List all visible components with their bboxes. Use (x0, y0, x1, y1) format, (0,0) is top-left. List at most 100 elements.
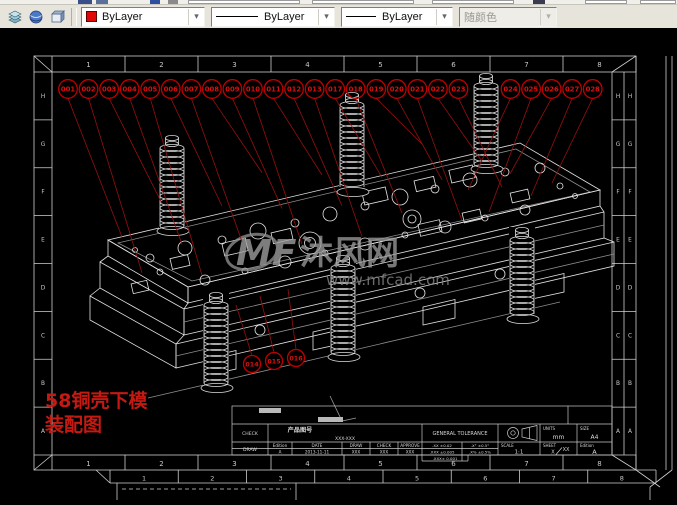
svg-text:A: A (628, 429, 632, 435)
chevron-down-icon[interactable]: ▾ (318, 8, 334, 25)
clipped-toolbar-row (0, 0, 677, 5)
svg-text:3: 3 (279, 475, 283, 483)
svg-text:4: 4 (347, 475, 351, 483)
svg-text:G: G (41, 142, 46, 148)
size-value: A4 (591, 434, 599, 441)
plotstyle-combo[interactable]: 随颜色 ▾ (459, 6, 557, 27)
svg-text:017: 017 (328, 85, 342, 93)
svg-text:G: G (616, 142, 621, 148)
sphere-view-icon[interactable] (27, 8, 44, 25)
svg-text:018: 018 (349, 85, 363, 93)
drawing-title-annotation: 58铜壳下模 装配图 (44, 389, 148, 436)
color-combo[interactable]: ByLayer ▾ (81, 6, 205, 27)
box-tool-icon[interactable] (48, 8, 65, 25)
svg-text:1: 1 (86, 61, 90, 69)
lineweight-glyph (346, 16, 376, 17)
svg-text:4: 4 (305, 460, 310, 468)
svg-text:5: 5 (415, 475, 419, 483)
general-tolerance-label: GENERAL TOLERANCE (432, 431, 487, 437)
value-check: XXX (380, 450, 389, 455)
svg-text:5: 5 (378, 61, 382, 69)
edition-value: A (592, 448, 597, 456)
properties-toolbar: ByLayer ▾ ByLayer ▾ ByLayer ▾ 随颜色 ▾ (0, 0, 677, 29)
toolbar-fragment (312, 0, 414, 4)
watermark-logo: MF (236, 233, 297, 274)
svg-text:016: 016 (289, 354, 303, 362)
drawing-title-line2: 装配图 (44, 413, 102, 436)
chevron-down-icon[interactable]: ▾ (188, 8, 204, 25)
svg-text:A: A (616, 429, 620, 435)
svg-text:1: 1 (142, 475, 146, 483)
toolbar-fragment (96, 0, 108, 4)
svg-text:8: 8 (597, 460, 601, 468)
svg-text:020: 020 (390, 85, 404, 93)
svg-text:E: E (616, 238, 620, 244)
svg-text:7: 7 (524, 460, 528, 468)
object-properties-row: ByLayer ▾ ByLayer ▾ ByLayer ▾ 随颜色 ▾ (0, 5, 677, 28)
scale-value: 1:1 (515, 450, 524, 456)
linetype-glyph (216, 16, 258, 17)
svg-text:009: 009 (225, 85, 239, 93)
tolerance-value: .X° ±0.5° (471, 443, 490, 448)
svg-text:F: F (41, 190, 44, 196)
toolbar-fragment (533, 0, 545, 4)
svg-text:H: H (616, 94, 620, 100)
tolerance-value: .X% ±0.5% (469, 450, 491, 455)
svg-text:D: D (41, 285, 46, 291)
linetype-combo[interactable]: ByLayer ▾ (211, 6, 335, 27)
svg-text:8: 8 (597, 61, 601, 69)
svg-text:026: 026 (544, 85, 558, 93)
svg-text:6: 6 (483, 475, 487, 483)
svg-text:2: 2 (210, 475, 214, 483)
svg-text:019: 019 (369, 85, 383, 93)
svg-text:015: 015 (267, 357, 280, 365)
svg-text:001: 001 (61, 85, 75, 93)
svg-text:F: F (628, 190, 631, 196)
drawing-title-line1: 58铜壳下模 (45, 389, 148, 412)
header-approve: APPROVE (400, 443, 420, 448)
svg-text:D: D (628, 285, 633, 291)
drawing-canvas[interactable]: 1122334455667788HHHGGGFFFEEEDDDCCCBBBAAA… (0, 28, 677, 500)
svg-text:3: 3 (232, 460, 236, 468)
svg-text:C: C (41, 333, 45, 339)
toolbar-fragment (432, 0, 514, 4)
units-label: UNITS (543, 426, 556, 431)
svg-text:D: D (616, 285, 621, 291)
header-edition: Edition (273, 443, 288, 448)
value-date: 2013-11-11 (305, 450, 330, 455)
layers-icon[interactable] (6, 8, 23, 25)
units-value: mm (553, 434, 565, 441)
svg-text:008: 008 (205, 85, 219, 93)
sheet-numerator: X (551, 450, 555, 456)
value-edition: A (279, 450, 282, 455)
svg-text:028: 028 (586, 85, 600, 93)
svg-text:025: 025 (524, 85, 538, 93)
svg-text:005: 005 (143, 85, 157, 93)
cad-application-window: { "toolbar": { "color_combo_value": "ByL… (0, 0, 677, 500)
draw-label: DRAW (243, 447, 257, 453)
chevron-down-icon[interactable]: ▾ (436, 8, 452, 25)
svg-text:4: 4 (305, 61, 310, 69)
svg-text:027: 027 (565, 85, 579, 93)
chevron-down-icon: ▾ (540, 8, 556, 25)
svg-text:B: B (628, 381, 632, 387)
svg-text:003: 003 (102, 85, 116, 93)
watermark-name: 沐风网 (300, 233, 399, 272)
svg-text:024: 024 (503, 85, 517, 93)
lineweight-combo[interactable]: ByLayer ▾ (341, 6, 453, 27)
svg-text:5: 5 (378, 460, 382, 468)
svg-text:013: 013 (307, 85, 321, 93)
svg-text:1: 1 (86, 460, 90, 468)
title-block: CHECK 产品图号 XXX-XXX DRAW Edition DATE DRA… (231, 405, 613, 462)
check-label: CHECK (242, 431, 259, 437)
header-date: DATE (312, 443, 323, 448)
toolbar-fragment (168, 0, 178, 4)
lineweight-combo-value: ByLayer (382, 10, 423, 23)
svg-text:006: 006 (164, 85, 178, 93)
svg-text:2: 2 (159, 460, 163, 468)
value-draw: XXX (352, 450, 361, 455)
svg-text:021: 021 (410, 85, 424, 93)
size-label: SIZE (580, 426, 589, 431)
sheet-denominator: XX (563, 447, 570, 453)
toolbar-fragment (150, 0, 160, 4)
